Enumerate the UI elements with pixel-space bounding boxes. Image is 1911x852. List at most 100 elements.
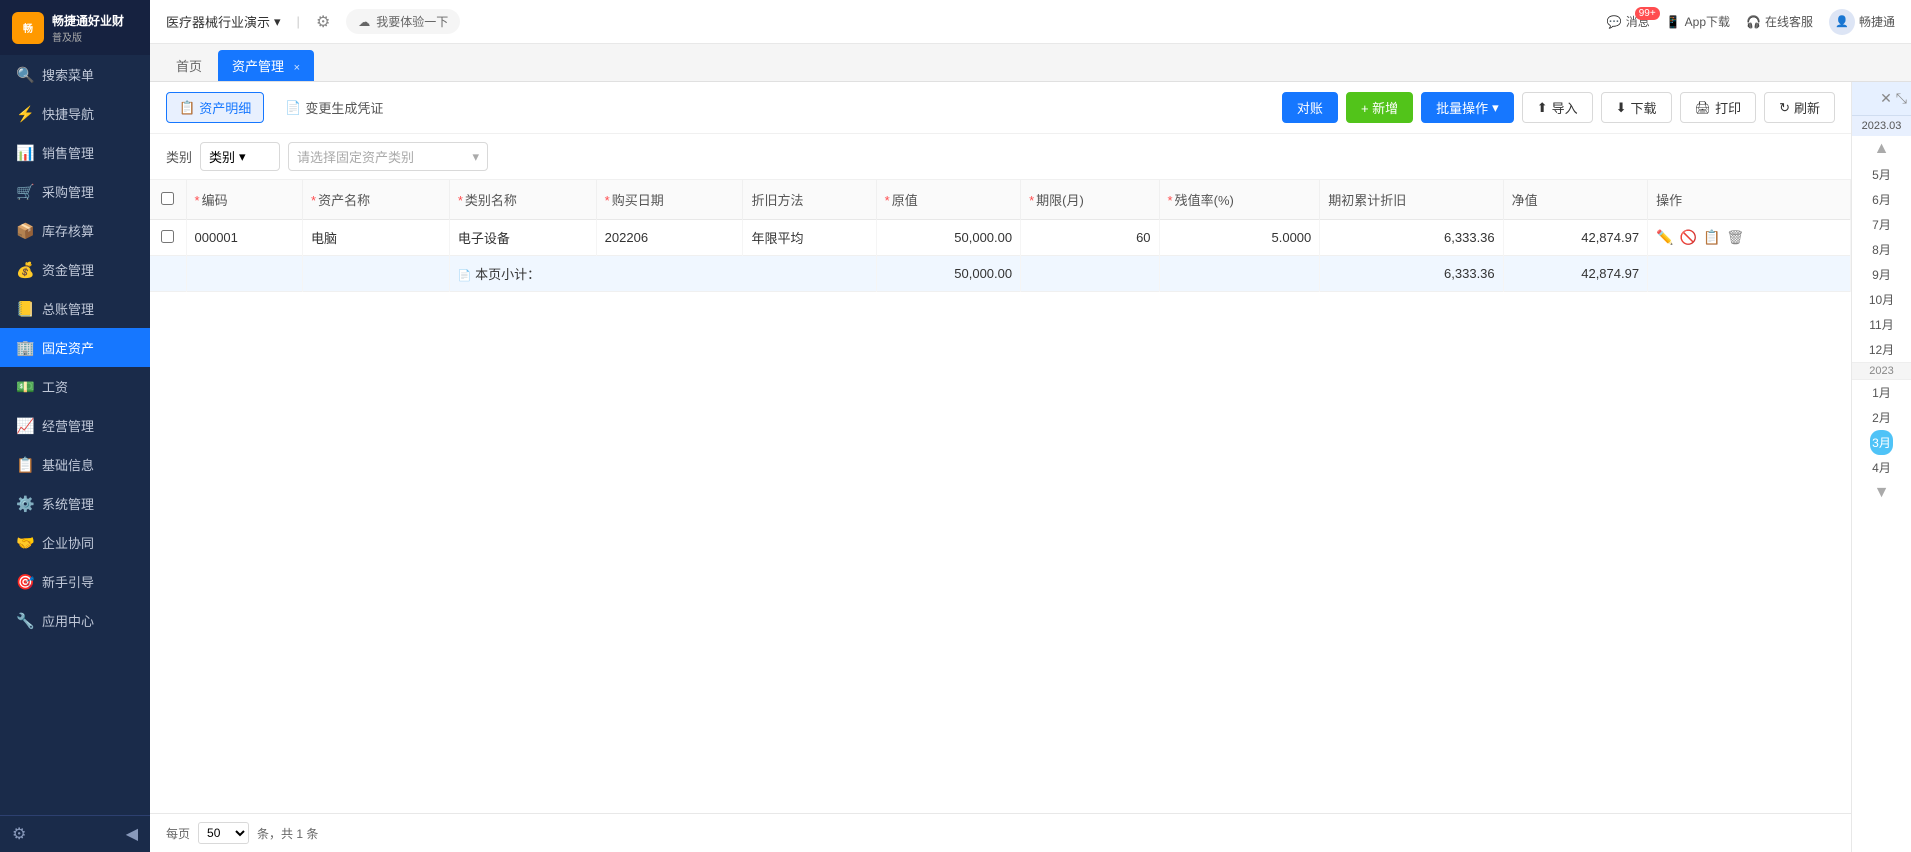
tab-asset-mgmt-close[interactable]: × bbox=[294, 62, 300, 74]
sidebar-item-finance[interactable]: 💰资金管理 bbox=[0, 250, 150, 289]
download-button[interactable]: ⬇ 下载 bbox=[1601, 92, 1672, 123]
right-panel-expand-icon[interactable]: ⤡ bbox=[1896, 90, 1907, 107]
sidebar-item-search[interactable]: 🔍 搜索菜单 bbox=[0, 55, 150, 94]
category-type-select[interactable]: 类别 ▾ bbox=[200, 142, 280, 171]
company-selector[interactable]: 医疗器械行业演示 ▾ bbox=[166, 12, 281, 31]
experience-label: 我要体验一下 bbox=[376, 13, 448, 30]
operations-icon: 📈 bbox=[16, 417, 34, 435]
sidebar-label-basicinfo: 基础信息 bbox=[42, 455, 94, 474]
main-content: 医疗器械行业演示 ▾ | ⚙ ☁ 我要体验一下 💬 消息 99+ 📱 App下载… bbox=[150, 0, 1911, 852]
asset-table-wrap: *编码 *资产名称 *类别名称 *购买日期 折旧方法 *原值 *期限(月) *残… bbox=[150, 180, 1851, 813]
sidebar-nav: 🔍 搜索菜单 ⚡快捷导航📊销售管理🛒采购管理📦库存核算💰资金管理📒总账管理🏢固定资产… bbox=[0, 55, 150, 815]
row-residual-rate: 5.0000 bbox=[1159, 220, 1320, 256]
tab-asset-detail[interactable]: 📋 资产明细 bbox=[166, 92, 264, 123]
app-download-btn[interactable]: 📱 App下载 bbox=[1666, 13, 1730, 30]
app-download-label: App下载 bbox=[1685, 13, 1730, 30]
tab-asset-mgmt[interactable]: 资产管理 × bbox=[218, 50, 314, 81]
sidebar-logo: 畅 畅捷通好业财 普及版 bbox=[0, 0, 150, 55]
new-button[interactable]: + 新增 bbox=[1346, 92, 1413, 123]
company-dropdown-icon: ▾ bbox=[274, 14, 281, 30]
subtotal-empty2 bbox=[303, 256, 450, 292]
month-item-7月[interactable]: 7月 bbox=[1867, 212, 1896, 237]
collapse-icon[interactable]: ◀ bbox=[126, 824, 138, 844]
category-placeholder: 请选择固定资产类别 bbox=[297, 147, 414, 166]
month-item-8月[interactable]: 8月 bbox=[1867, 237, 1896, 262]
sidebar-label-payroll: 工资 bbox=[42, 377, 68, 396]
sidebar-label-apps: 应用中心 bbox=[42, 611, 94, 630]
sidebar-label-enterprise: 企业协同 bbox=[42, 533, 94, 552]
th-residual-rate: *残值率(%) bbox=[1159, 180, 1320, 220]
sidebar-item-inventory[interactable]: 📦库存核算 bbox=[0, 211, 150, 250]
search-icon: 🔍 bbox=[16, 66, 34, 84]
category-type-value: 类别 bbox=[209, 147, 235, 166]
prev-months-list: 5月6月7月8月9月10月11月12月 bbox=[1867, 162, 1896, 362]
sidebar-item-system[interactable]: ⚙️系统管理 bbox=[0, 484, 150, 523]
sidebar-item-sales[interactable]: 📊销售管理 bbox=[0, 133, 150, 172]
sidebar-item-fixedasset[interactable]: 🏢固定资产 bbox=[0, 328, 150, 367]
page-tabs: 首页 资产管理 × bbox=[150, 44, 1911, 82]
fixedasset-icon: 🏢 bbox=[16, 339, 34, 357]
sidebar-item-apps[interactable]: 🔧应用中心 bbox=[0, 601, 150, 640]
scroll-up-icon[interactable]: ▲ bbox=[1870, 136, 1894, 162]
sidebar-item-payroll[interactable]: 💵工资 bbox=[0, 367, 150, 406]
quicknav-icon: ⚡ bbox=[16, 105, 34, 123]
sidebar-item-operations[interactable]: 📈经营管理 bbox=[0, 406, 150, 445]
select-all-checkbox[interactable] bbox=[161, 192, 174, 205]
tab-home-label: 首页 bbox=[176, 59, 202, 74]
topbar-settings-icon[interactable]: ⚙ bbox=[316, 12, 330, 32]
user-name: 畅捷通 bbox=[1859, 13, 1895, 30]
right-panel: ✕ ⤡ 2023.03 ▲ 5月6月7月8月9月10月11月12月 2023 1… bbox=[1851, 82, 1911, 852]
subtotal-empty4 bbox=[1159, 256, 1320, 292]
month-item-2月[interactable]: 2月 bbox=[1864, 405, 1899, 430]
month-item-11月[interactable]: 11月 bbox=[1867, 312, 1896, 337]
notifications-btn[interactable]: 💬 消息 99+ bbox=[1607, 13, 1650, 30]
asset-detail-icon: 📋 bbox=[179, 100, 195, 116]
month-item-10月[interactable]: 10月 bbox=[1867, 287, 1896, 312]
online-service-btn[interactable]: 🎧 在线客服 bbox=[1746, 13, 1813, 30]
refresh-button[interactable]: ↻ 刷新 bbox=[1764, 92, 1835, 123]
month-item-5月[interactable]: 5月 bbox=[1867, 162, 1896, 187]
experience-button[interactable]: ☁ 我要体验一下 bbox=[346, 9, 460, 34]
curr-months-list: 1月2月3月4月 bbox=[1864, 380, 1899, 480]
sidebar-label-finance: 资金管理 bbox=[42, 260, 94, 279]
settings-icon[interactable]: ⚙ bbox=[12, 824, 26, 844]
month-item-1月[interactable]: 1月 bbox=[1864, 380, 1899, 405]
notifications-icon: 💬 bbox=[1607, 15, 1622, 29]
import-button[interactable]: ⬆ 导入 bbox=[1522, 92, 1593, 123]
sidebar-item-quicknav[interactable]: ⚡快捷导航 bbox=[0, 94, 150, 133]
edit-icon[interactable]: ✏️ bbox=[1656, 229, 1673, 246]
sidebar-footer: ⚙ ◀ bbox=[0, 815, 150, 852]
month-item-12月[interactable]: 12月 bbox=[1867, 337, 1896, 362]
scroll-down-icon[interactable]: ▼ bbox=[1870, 480, 1894, 506]
sidebar-item-basicinfo[interactable]: 📋 基础信息 bbox=[0, 445, 150, 484]
sidebar-label-system: 系统管理 bbox=[42, 494, 94, 513]
month-item-6月[interactable]: 6月 bbox=[1867, 187, 1896, 212]
tab-home[interactable]: 首页 bbox=[162, 50, 216, 81]
sidebar-item-newbie[interactable]: 🎯新手引导 bbox=[0, 562, 150, 601]
row-checkbox[interactable] bbox=[161, 230, 174, 243]
print-button[interactable]: 🖨 打印 bbox=[1680, 92, 1757, 123]
month-item-4月[interactable]: 4月 bbox=[1864, 455, 1899, 480]
month-item-3月[interactable]: 3月 bbox=[1870, 430, 1893, 455]
row-purchase-date: 202206 bbox=[596, 220, 743, 256]
category-input[interactable]: 请选择固定资产类别 ▾ bbox=[288, 142, 488, 171]
tab-change-voucher[interactable]: 📄 变更生成凭证 bbox=[272, 92, 396, 123]
sidebar-item-ledger[interactable]: 📒总账管理 bbox=[0, 289, 150, 328]
disable-icon[interactable]: 🚫 bbox=[1680, 229, 1697, 246]
month-item-9月[interactable]: 9月 bbox=[1867, 262, 1896, 287]
app-logo-text: 畅捷通好业财 普及版 bbox=[52, 12, 124, 44]
sidebar-item-purchase[interactable]: 🛒采购管理 bbox=[0, 172, 150, 211]
reconcile-button[interactable]: 对账 bbox=[1282, 92, 1338, 123]
per-page-select[interactable]: 50 100 200 bbox=[198, 822, 249, 844]
basicinfo-icon: 📋 bbox=[16, 456, 34, 474]
batch-button[interactable]: 批量操作 ▾ bbox=[1421, 92, 1514, 123]
copy-icon[interactable]: 📋 bbox=[1703, 229, 1720, 246]
right-panel-header: ✕ ⤡ bbox=[1852, 82, 1911, 116]
delete-icon[interactable]: 🗑 bbox=[1726, 229, 1744, 246]
user-menu[interactable]: 👤 畅捷通 bbox=[1829, 9, 1895, 35]
sidebar: 畅 畅捷通好业财 普及版 🔍 搜索菜单 ⚡快捷导航📊销售管理🛒采购管理📦库存核算💰资… bbox=[0, 0, 150, 852]
th-code: *编码 bbox=[186, 180, 303, 220]
right-panel-close-icon[interactable]: ✕ bbox=[1880, 90, 1892, 107]
sidebar-label-search: 搜索菜单 bbox=[42, 65, 94, 84]
sidebar-item-enterprise[interactable]: 🤝企业协同 bbox=[0, 523, 150, 562]
